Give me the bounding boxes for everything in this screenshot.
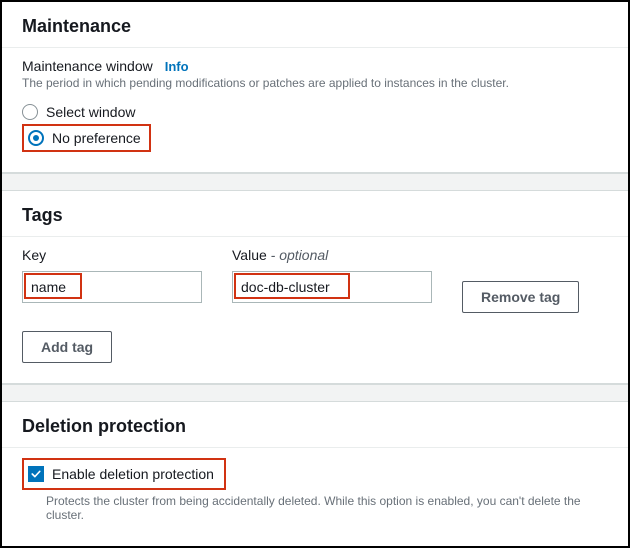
enable-deletion-desc: Protects the cluster from being accident…	[46, 494, 606, 522]
tag-value-input[interactable]	[232, 271, 432, 303]
maintenance-section: Maintenance Maintenance window Info The …	[2, 2, 628, 173]
deletion-header: Deletion protection	[2, 402, 628, 447]
maintenance-header: Maintenance	[2, 2, 628, 47]
tag-value-optional: - optional	[267, 247, 328, 263]
checkmark-icon	[30, 468, 42, 480]
maintenance-title: Maintenance	[22, 16, 608, 37]
radio-select-window[interactable]: Select window	[22, 100, 608, 124]
tag-key-column: Key	[22, 247, 202, 303]
section-gap	[2, 384, 628, 402]
deletion-title: Deletion protection	[22, 416, 608, 437]
info-link[interactable]: Info	[165, 59, 189, 74]
radio-select-window-label: Select window	[46, 104, 136, 120]
highlight-no-preference: No preference	[22, 124, 151, 152]
tag-value-label: Value - optional	[232, 247, 432, 263]
tag-key-input-wrap	[22, 271, 202, 303]
tags-row: Key Value - optional R	[22, 247, 608, 313]
tag-value-column: Value - optional	[232, 247, 432, 303]
enable-deletion-label: Enable deletion protection	[52, 466, 214, 482]
add-tag-button[interactable]: Add tag	[22, 331, 112, 363]
radio-no-preference[interactable]: No preference	[28, 130, 141, 146]
tag-value-input-wrap	[232, 271, 432, 303]
deletion-section: Deletion protection Enable deletion prot…	[2, 402, 628, 542]
deletion-body: Enable deletion protection Protects the …	[2, 447, 628, 542]
enable-deletion-checkbox[interactable]: Enable deletion protection	[28, 466, 214, 482]
tags-section: Tags Key Value - optional	[2, 191, 628, 384]
tag-value-label-text: Value	[232, 247, 267, 263]
section-gap	[2, 173, 628, 191]
maintenance-body: Maintenance window Info The period in wh…	[2, 47, 628, 172]
maintenance-window-label: Maintenance window	[22, 58, 153, 74]
checkbox-checked-icon	[28, 466, 44, 482]
form-container: Maintenance Maintenance window Info The …	[0, 0, 630, 548]
radio-no-preference-label: No preference	[52, 130, 141, 146]
highlight-enable-deletion: Enable deletion protection	[22, 458, 226, 490]
maintenance-window-label-row: Maintenance window Info	[22, 58, 608, 74]
maintenance-window-desc: The period in which pending modification…	[22, 76, 608, 90]
tag-key-label: Key	[22, 247, 202, 263]
radio-dot-icon	[33, 135, 39, 141]
tag-remove-column: Remove tag	[462, 247, 579, 313]
tag-key-input[interactable]	[22, 271, 202, 303]
tags-title: Tags	[22, 205, 608, 226]
remove-tag-button[interactable]: Remove tag	[462, 281, 579, 313]
radio-icon	[28, 130, 44, 146]
tags-header: Tags	[2, 191, 628, 236]
tags-body: Key Value - optional R	[2, 236, 628, 383]
radio-icon	[22, 104, 38, 120]
